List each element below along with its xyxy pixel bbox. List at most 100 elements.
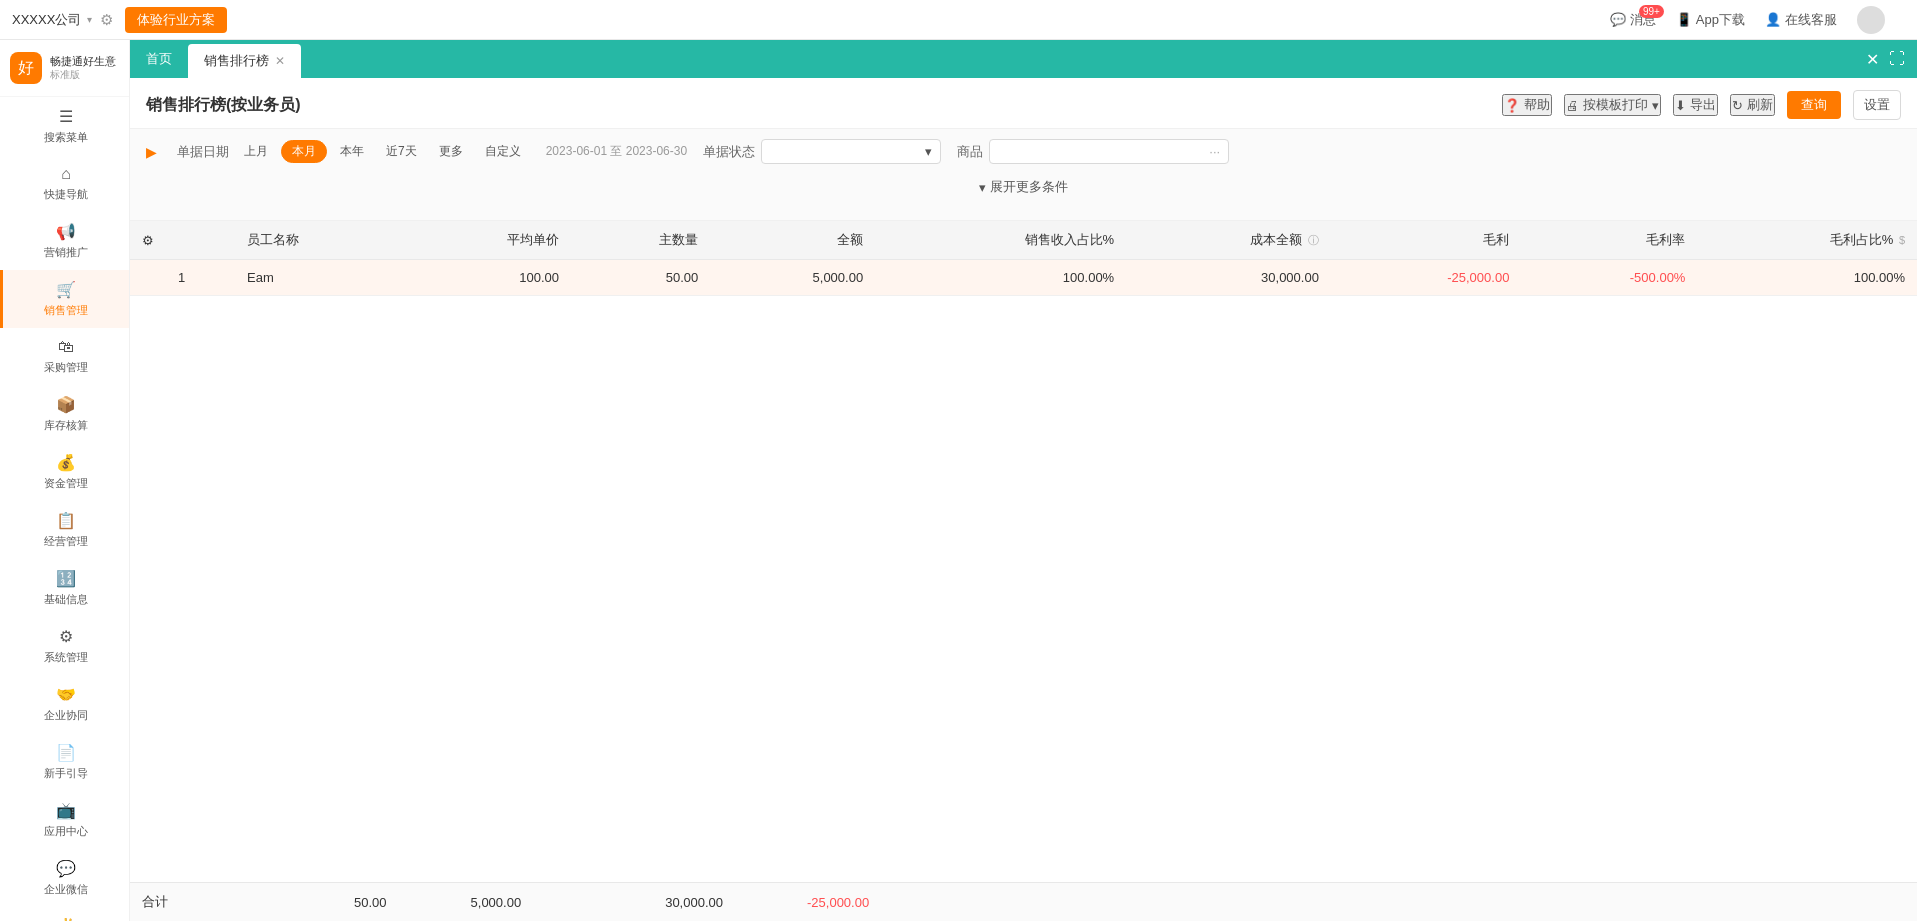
export-icon: ⬇ (1675, 98, 1686, 113)
refresh-icon: ↻ (1732, 98, 1743, 113)
guide-icon: 📄 (56, 743, 76, 762)
date-btn-7days[interactable]: 近7天 (377, 140, 426, 163)
goods-filter-label: 商品 (957, 143, 983, 161)
page-content: 销售排行榜(按业务员) ❓ 帮助 🖨 按模板打印 ▾ ⬇ 导出 (130, 78, 1917, 921)
expand-more-btn[interactable]: ▾ 展开更多条件 (979, 172, 1068, 202)
sidebar-item-guide[interactable]: 📄 新手引导 (0, 733, 129, 791)
sidebar-item-app-center[interactable]: 📺 应用中心 (0, 791, 129, 849)
logo-tag: 标准版 (50, 68, 116, 82)
sidebar-item-inventory[interactable]: 📦 库存核算 (0, 385, 129, 443)
topbar: XXXXX公司 ▾ ⚙ 体验行业方案 💬 消息 99+ 📱 App下载 👤 在线… (0, 0, 1917, 40)
row-sales-pct: 100.00% (875, 260, 1126, 296)
sidebar: 好 畅捷通好生意 标准版 ☰ 搜索菜单 ⌂ 快捷导航 📢 营销推广 🛒 销售管理… (0, 40, 130, 921)
print-icon: 🖨 (1566, 98, 1579, 113)
sidebar-item-label: 采购管理 (44, 360, 88, 375)
print-btn[interactable]: 🖨 按模板打印 ▾ (1564, 94, 1661, 116)
column-settings-icon[interactable]: ⚙ (142, 233, 154, 248)
tab-home[interactable]: 首页 (130, 40, 188, 78)
goods-more-icon[interactable]: ··· (1209, 144, 1220, 159)
tab-sales-ranking[interactable]: 销售排行榜 ✕ (188, 44, 301, 78)
purchase-icon: 🛍 (58, 338, 74, 356)
message-btn[interactable]: 💬 消息 99+ (1610, 11, 1656, 29)
app-download-btn[interactable]: 📱 App下载 (1676, 11, 1745, 29)
sidebar-item-operation[interactable]: 📋 经营管理 (0, 501, 129, 559)
company-settings-icon[interactable]: ⚙ (100, 11, 113, 29)
status-filter-label: 单据状态 (703, 143, 755, 161)
system-icon: ⚙ (59, 627, 73, 646)
footer-total-label: 合计 (142, 893, 222, 911)
col-sales-pct: 销售收入占比% (875, 221, 1126, 260)
sidebar-item-search[interactable]: ☰ 搜索菜单 (0, 97, 129, 155)
company-name: XXXXX公司 (12, 11, 81, 29)
date-btn-this-year[interactable]: 本年 (331, 140, 373, 163)
date-btn-more[interactable]: 更多 (430, 140, 472, 163)
sidebar-item-label: 系统管理 (44, 650, 88, 665)
data-table: ⚙ 员工名称 平均单价 主数量 全额 销售收入占比% 成本全额 ⓘ (130, 221, 1917, 296)
footer-gross: -25,000.00 (795, 895, 881, 910)
sidebar-item-basic-info[interactable]: 🔢 基础信息 (0, 559, 129, 617)
row-gross-rate: -500.00% (1521, 260, 1697, 296)
status-chevron-icon: ▾ (925, 144, 932, 159)
date-btn-prev-month[interactable]: 上月 (235, 140, 277, 163)
sidebar-item-label: 企业协同 (44, 708, 88, 723)
message-icon: 💬 (1610, 12, 1626, 27)
col-gross: 毛利 (1331, 221, 1521, 260)
sidebar-logo: 好 畅捷通好生意 标准版 (0, 40, 129, 97)
app-center-icon: 📺 (56, 801, 76, 820)
inventory-icon: 📦 (56, 395, 76, 414)
company-selector[interactable]: XXXXX公司 ▾ (12, 11, 92, 29)
help-btn[interactable]: ❓ 帮助 (1502, 94, 1552, 116)
settings-btn[interactable]: 设置 (1853, 90, 1901, 120)
tab-close-icon[interactable]: ✕ (275, 54, 285, 68)
table-body: 1 Eam 100.00 50.00 5,000.00 100.00% 30,0… (130, 260, 1917, 296)
print-chevron-icon: ▾ (1652, 98, 1659, 113)
sidebar-item-finance[interactable]: 💰 资金管理 (0, 443, 129, 501)
sidebar-item-label: 经营管理 (44, 534, 88, 549)
goods-input[interactable]: ··· (989, 139, 1229, 164)
col-cost: 成本全额 ⓘ (1126, 221, 1331, 260)
page-header: 销售排行榜(按业务员) ❓ 帮助 🖨 按模板打印 ▾ ⬇ 导出 (130, 78, 1917, 129)
operation-icon: 📋 (56, 511, 76, 530)
sidebar-item-enterprise[interactable]: 🤝 企业协同 (0, 675, 129, 733)
filter-date-group: 单据日期 上月 本月 本年 近7天 更多 自定义 (177, 140, 530, 163)
col-settings[interactable]: ⚙ (130, 221, 166, 260)
table-wrap: ⚙ 员工名称 平均单价 主数量 全额 销售收入占比% 成本全额 ⓘ (130, 221, 1917, 882)
filter-expand-arrow-icon[interactable]: ▶ (146, 144, 157, 160)
online-service-btn[interactable]: 👤 在线客服 (1765, 11, 1837, 29)
trial-btn[interactable]: 体验行业方案 (125, 7, 227, 33)
date-btn-custom[interactable]: 自定义 (476, 140, 530, 163)
filter-goods-group: 商品 ··· (957, 139, 1229, 164)
avatar[interactable] (1857, 6, 1885, 34)
print-label: 按模板打印 (1583, 96, 1648, 114)
refresh-btn[interactable]: ↻ 刷新 (1730, 94, 1775, 116)
filter-bar: ▶ 单据日期 上月 本月 本年 近7天 更多 自定义 (130, 129, 1917, 221)
sidebar-item-wechat[interactable]: 💬 企业微信 (0, 849, 129, 907)
sales-icon: 🛒 (56, 280, 76, 299)
status-select[interactable]: ▾ (761, 139, 941, 164)
sidebar-item-system[interactable]: ⚙ 系统管理 (0, 617, 129, 675)
sidebar-item-label: 资金管理 (44, 476, 88, 491)
app-icon: 📱 (1676, 12, 1692, 27)
query-btn[interactable]: 查询 (1787, 91, 1841, 119)
company-chevron-icon: ▾ (87, 14, 92, 25)
refresh-label: 刷新 (1747, 96, 1773, 114)
tab-maximize-icon[interactable]: ⛶ (1889, 50, 1905, 68)
export-btn[interactable]: ⬇ 导出 (1673, 94, 1718, 116)
sidebar-item-quick-nav[interactable]: ⌂ 快捷导航 (0, 155, 129, 212)
footer-qty: 50.00 (342, 895, 399, 910)
sales-ranking-tab-label: 销售排行榜 (204, 52, 269, 70)
sidebar-item-marketing[interactable]: 📢 营销推广 (0, 212, 129, 270)
date-btn-this-month[interactable]: 本月 (281, 140, 327, 163)
sidebar-item-purchase[interactable]: 🛍 采购管理 (0, 328, 129, 385)
filter-row: ▶ 单据日期 上月 本月 本年 近7天 更多 自定义 (146, 139, 1901, 164)
page-title: 销售排行榜(按业务员) (146, 95, 301, 116)
content-area: 首页 销售排行榜 ✕ ✕ ⛶ 销售排行榜(按业务员) ❓ 帮助 (130, 40, 1917, 921)
sidebar-item-sales[interactable]: 🛒 销售管理 (0, 270, 129, 328)
cost-info-icon: ⓘ (1308, 234, 1319, 246)
message-badge: 99+ (1639, 5, 1664, 18)
sidebar-item-label: 快捷导航 (44, 187, 88, 202)
tab-close-window-icon[interactable]: ✕ (1866, 50, 1879, 69)
tab-bar-right: ✕ ⛶ (1866, 50, 1917, 69)
sidebar-item-member[interactable]: ✌ 畅会员 (0, 907, 129, 921)
app-label: App下载 (1696, 11, 1745, 29)
